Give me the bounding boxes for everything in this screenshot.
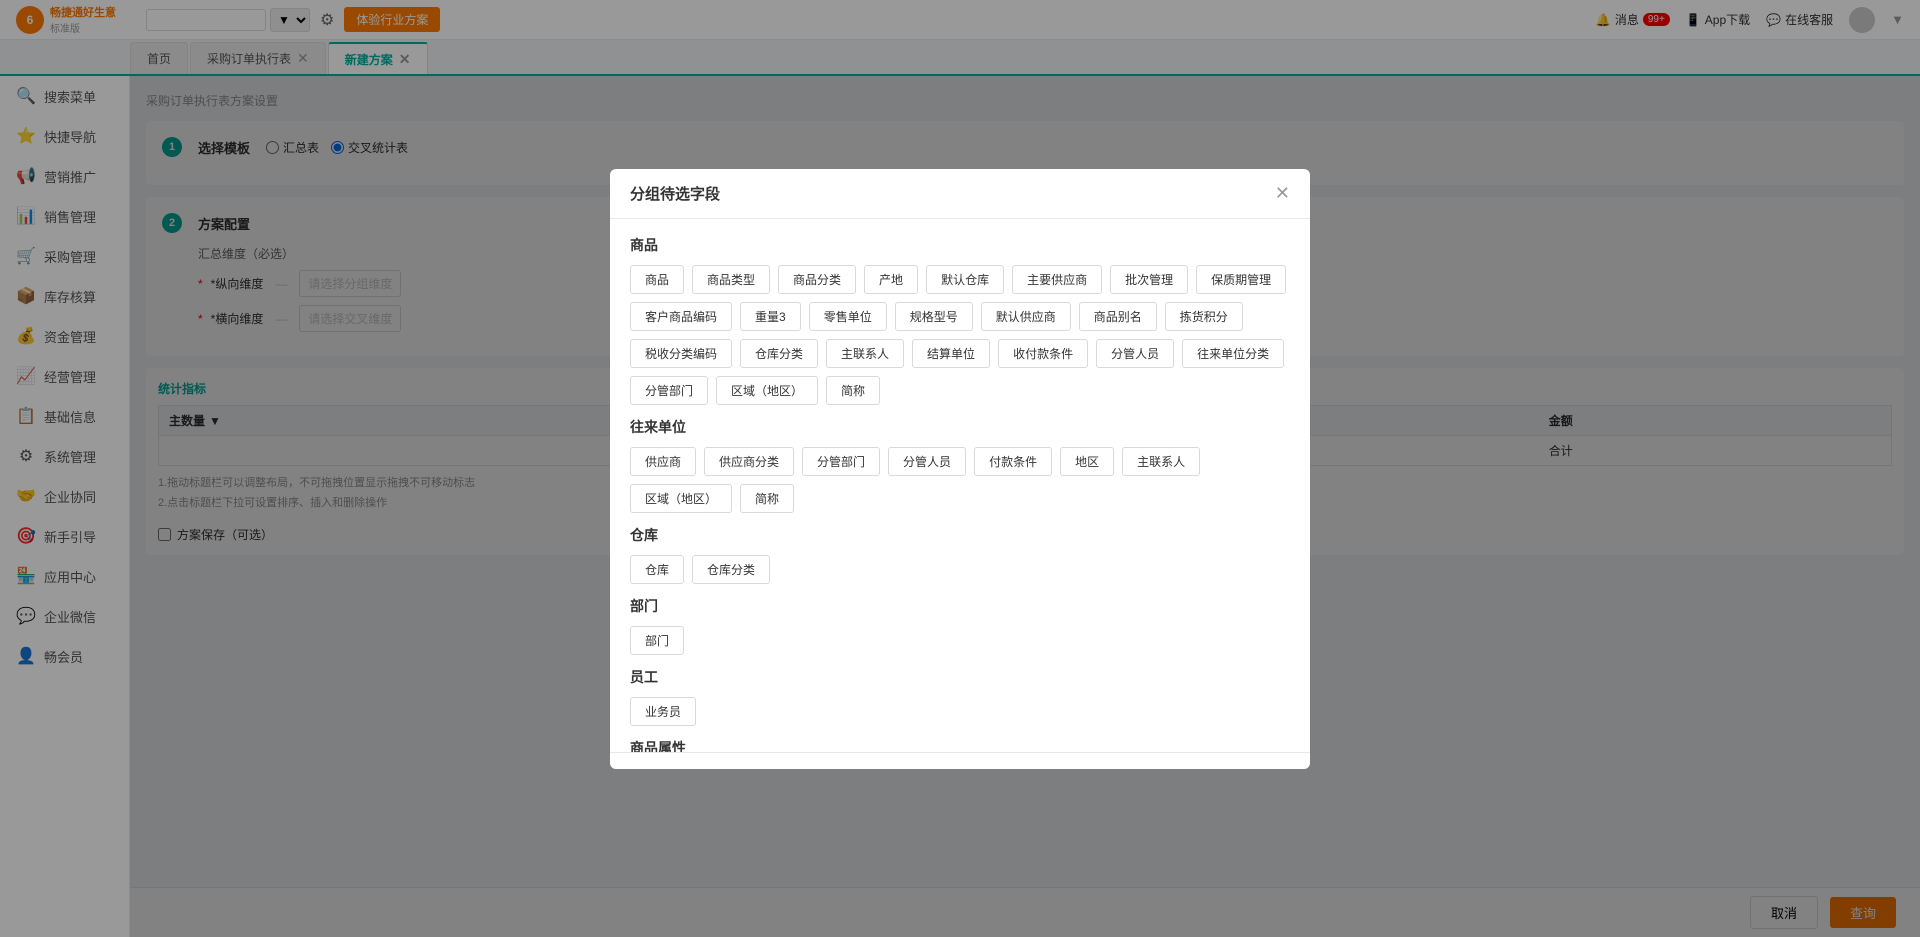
field-chip[interactable]: 业务员	[630, 697, 696, 726]
field-chip[interactable]: 主联系人	[1122, 447, 1200, 476]
field-chip[interactable]: 仓库	[630, 555, 684, 584]
section-title-warehouse: 仓库	[630, 525, 1290, 545]
modal-overlay[interactable]: 分组待选字段 ✕ 商品 商品 商品类型 商品分类 产地 默认仓库 主要供应商 批…	[0, 0, 1920, 937]
modal-dialog: 分组待选字段 ✕ 商品 商品 商品类型 商品分类 产地 默认仓库 主要供应商 批…	[610, 169, 1310, 769]
field-chip[interactable]: 产地	[864, 265, 918, 294]
field-chip[interactable]: 商品	[630, 265, 684, 294]
section-title-dept: 部门	[630, 596, 1290, 616]
modal-title: 分组待选字段	[630, 183, 720, 204]
field-chip[interactable]: 批次管理	[1110, 265, 1188, 294]
field-chip[interactable]: 主联系人	[826, 339, 904, 368]
modal-close-button[interactable]: ✕	[1275, 183, 1290, 204]
field-chip[interactable]: 商品别名	[1079, 302, 1157, 331]
field-chip[interactable]: 商品类型	[692, 265, 770, 294]
section-title-product: 商品	[630, 235, 1290, 255]
field-chip[interactable]: 地区	[1060, 447, 1114, 476]
field-chip[interactable]: 结算单位	[912, 339, 990, 368]
fields-grid-employee: 业务员	[630, 697, 1290, 726]
field-chip[interactable]: 供应商	[630, 447, 696, 476]
field-chip[interactable]: 主要供应商	[1012, 265, 1102, 294]
modal-h-scrollbar[interactable]	[610, 752, 1310, 769]
field-chip[interactable]: 默认供应商	[981, 302, 1071, 331]
field-chip[interactable]: 简称	[826, 376, 880, 405]
field-chip[interactable]: 分管人员	[888, 447, 966, 476]
field-chip[interactable]: 规格型号	[895, 302, 973, 331]
field-chip[interactable]: 区域（地区）	[630, 484, 732, 513]
field-chip[interactable]: 部门	[630, 626, 684, 655]
field-chip[interactable]: 重量3	[740, 302, 801, 331]
field-chip[interactable]: 拣货积分	[1165, 302, 1243, 331]
field-chip[interactable]: 分管部门	[630, 376, 708, 405]
field-chip[interactable]: 保质期管理	[1196, 265, 1286, 294]
modal-body: 商品 商品 商品类型 商品分类 产地 默认仓库 主要供应商 批次管理 保质期管理…	[610, 219, 1310, 752]
fields-grid-product: 商品 商品类型 商品分类 产地 默认仓库 主要供应商 批次管理 保质期管理 客户…	[630, 265, 1290, 405]
section-title-partner: 往来单位	[630, 417, 1290, 437]
field-chip[interactable]: 简称	[740, 484, 794, 513]
field-chip[interactable]: 客户商品编码	[630, 302, 732, 331]
field-chip[interactable]: 仓库分类	[692, 555, 770, 584]
fields-grid-partner: 供应商 供应商分类 分管部门 分管人员 付款条件 地区 主联系人 区域（地区） …	[630, 447, 1290, 513]
modal-header: 分组待选字段 ✕	[610, 169, 1310, 219]
field-chip[interactable]: 仓库分类	[740, 339, 818, 368]
field-chip[interactable]: 区域（地区）	[716, 376, 818, 405]
field-chip[interactable]: 收付款条件	[998, 339, 1088, 368]
field-chip[interactable]: 分管部门	[802, 447, 880, 476]
field-chip[interactable]: 税收分类编码	[630, 339, 732, 368]
field-chip[interactable]: 分管人员	[1096, 339, 1174, 368]
fields-grid-dept: 部门	[630, 626, 1290, 655]
field-chip[interactable]: 往来单位分类	[1182, 339, 1284, 368]
section-title-employee: 员工	[630, 667, 1290, 687]
field-chip[interactable]: 零售单位	[809, 302, 887, 331]
fields-grid-warehouse: 仓库 仓库分类	[630, 555, 1290, 584]
field-chip[interactable]: 供应商分类	[704, 447, 794, 476]
field-chip[interactable]: 商品分类	[778, 265, 856, 294]
field-chip[interactable]: 默认仓库	[926, 265, 1004, 294]
field-chip[interactable]: 付款条件	[974, 447, 1052, 476]
section-title-attr: 商品属性	[630, 738, 1290, 752]
